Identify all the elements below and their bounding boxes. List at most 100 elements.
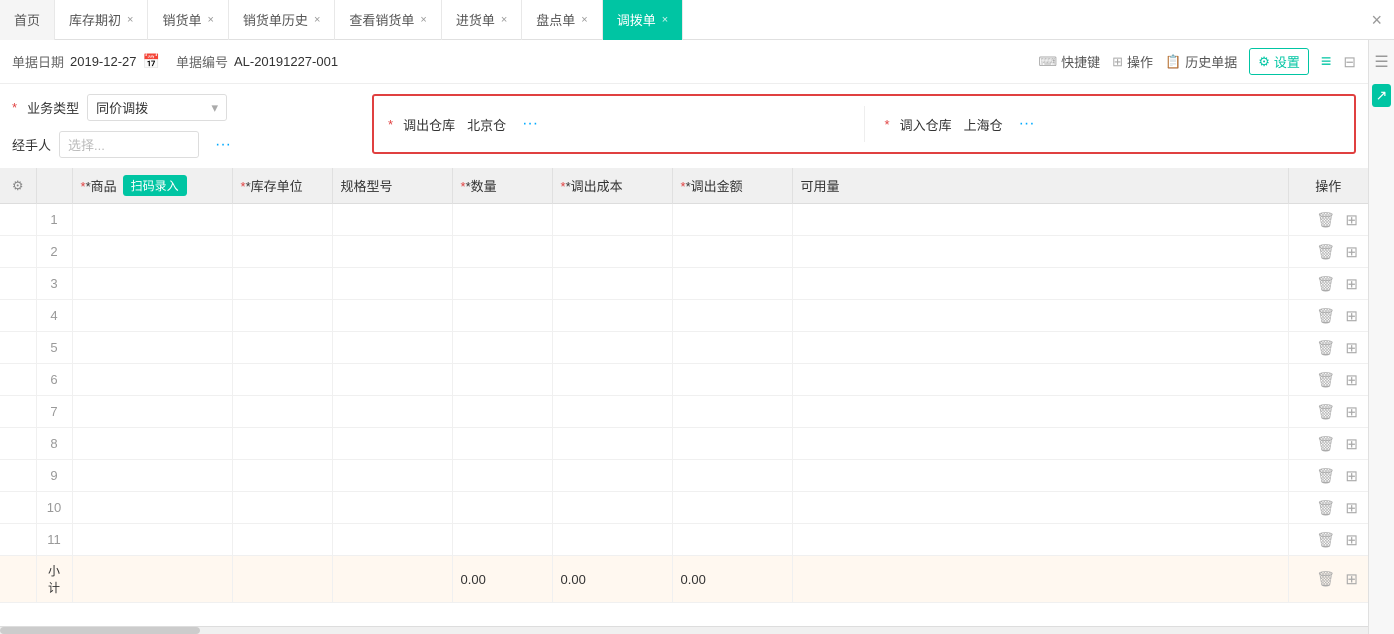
tab-purchase[interactable]: 进货单 × [442,0,522,40]
row-product[interactable] [72,396,232,428]
warehouse-out-more-btn[interactable]: ··· [522,115,538,133]
delete-row-button[interactable]: 🗑 [1314,435,1337,453]
row-spec[interactable] [332,300,452,332]
sidebar-external-icon[interactable]: ↗ [1372,84,1392,107]
tab-sales-order-close[interactable]: × [207,14,213,26]
scan-button[interactable]: 扫码录入 [123,175,187,196]
row-qty[interactable] [452,268,552,300]
layout-icon2[interactable]: ⊟ [1343,53,1356,71]
row-unit[interactable] [232,332,332,364]
tab-transfer[interactable]: 调拨单 × [603,0,683,40]
row-spec[interactable] [332,492,452,524]
handler-more-btn[interactable]: ··· [215,136,231,154]
row-qty[interactable] [452,204,552,236]
copy-row-button[interactable]: ⊞ [1343,531,1360,549]
tab-inventory-check-close[interactable]: × [581,14,587,26]
row-qty[interactable] [452,396,552,428]
copy-row-button[interactable]: ⊞ [1343,211,1360,229]
row-cost[interactable] [552,204,672,236]
delete-row-button[interactable]: 🗑 [1314,211,1337,229]
copy-row-button[interactable]: ⊞ [1343,499,1360,517]
row-qty[interactable] [452,492,552,524]
subtotal-delete-btn[interactable]: 🗑 [1314,570,1337,588]
row-cost[interactable] [552,332,672,364]
copy-row-button[interactable]: ⊞ [1343,307,1360,325]
tab-transfer-close[interactable]: × [662,14,668,26]
tab-purchase-close[interactable]: × [501,14,507,26]
row-spec[interactable] [332,524,452,556]
row-spec[interactable] [332,204,452,236]
row-amount[interactable] [672,460,792,492]
row-cost[interactable] [552,268,672,300]
row-unit[interactable] [232,300,332,332]
copy-row-button[interactable]: ⊞ [1343,403,1360,421]
horizontal-scrollbar[interactable] [0,626,1368,634]
copy-row-button[interactable]: ⊞ [1343,243,1360,261]
tab-inventory-init[interactable]: 库存期初 × [55,0,148,40]
row-product[interactable] [72,236,232,268]
row-product[interactable] [72,364,232,396]
copy-row-button[interactable]: ⊞ [1343,371,1360,389]
delete-row-button[interactable]: 🗑 [1314,403,1337,421]
row-unit[interactable] [232,396,332,428]
row-unit[interactable] [232,460,332,492]
row-product[interactable] [72,204,232,236]
tab-inventory-init-close[interactable]: × [127,14,133,26]
operations-btn[interactable]: ⊞ 操作 [1112,52,1153,71]
row-amount[interactable] [672,396,792,428]
business-type-select[interactable]: 同价调拨 ▾ [87,94,227,121]
copy-row-button[interactable]: ⊞ [1343,467,1360,485]
row-cost[interactable] [552,300,672,332]
row-cost[interactable] [552,460,672,492]
th-gear[interactable]: ⚙ [0,168,36,204]
calendar-icon[interactable]: 📅 [143,53,160,70]
row-spec[interactable] [332,268,452,300]
row-cost[interactable] [552,364,672,396]
row-qty[interactable] [452,460,552,492]
handler-select[interactable]: 选择... [59,131,199,158]
row-unit[interactable] [232,236,332,268]
delete-row-button[interactable]: 🗑 [1314,307,1337,325]
delete-row-button[interactable]: 🗑 [1314,275,1337,293]
row-cost[interactable] [552,428,672,460]
row-qty[interactable] [452,300,552,332]
layout-icon1[interactable]: ≡ [1321,51,1332,72]
row-amount[interactable] [672,300,792,332]
row-qty[interactable] [452,364,552,396]
row-amount[interactable] [672,492,792,524]
row-amount[interactable] [672,524,792,556]
delete-row-button[interactable]: 🗑 [1314,499,1337,517]
row-qty[interactable] [452,332,552,364]
row-product[interactable] [72,524,232,556]
copy-row-button[interactable]: ⊞ [1343,435,1360,453]
copy-row-button[interactable]: ⊞ [1343,339,1360,357]
delete-row-button[interactable]: 🗑 [1314,531,1337,549]
row-product[interactable] [72,268,232,300]
row-product[interactable] [72,428,232,460]
row-amount[interactable] [672,332,792,364]
row-spec[interactable] [332,428,452,460]
tab-sales-history-close[interactable]: × [314,14,320,26]
row-spec[interactable] [332,332,452,364]
tab-view-sales[interactable]: 查看销货单 × [335,0,441,40]
row-cost[interactable] [552,396,672,428]
row-spec[interactable] [332,236,452,268]
warehouse-in-more-btn[interactable]: ··· [1019,115,1035,133]
tab-sales-history[interactable]: 销货单历史 × [229,0,335,40]
history-btn[interactable]: 📋 历史单据 [1165,52,1237,71]
copy-row-button[interactable]: ⊞ [1343,275,1360,293]
row-amount[interactable] [672,204,792,236]
row-amount[interactable] [672,428,792,460]
row-amount[interactable] [672,364,792,396]
row-qty[interactable] [452,428,552,460]
row-unit[interactable] [232,428,332,460]
row-cost[interactable] [552,236,672,268]
setting-button[interactable]: ⚙ 设置 [1249,48,1309,75]
row-product[interactable] [72,460,232,492]
tab-inventory-check[interactable]: 盘点单 × [522,0,602,40]
window-close-button[interactable]: × [1359,0,1394,40]
row-unit[interactable] [232,492,332,524]
row-product[interactable] [72,300,232,332]
row-product[interactable] [72,332,232,364]
row-product[interactable] [72,492,232,524]
